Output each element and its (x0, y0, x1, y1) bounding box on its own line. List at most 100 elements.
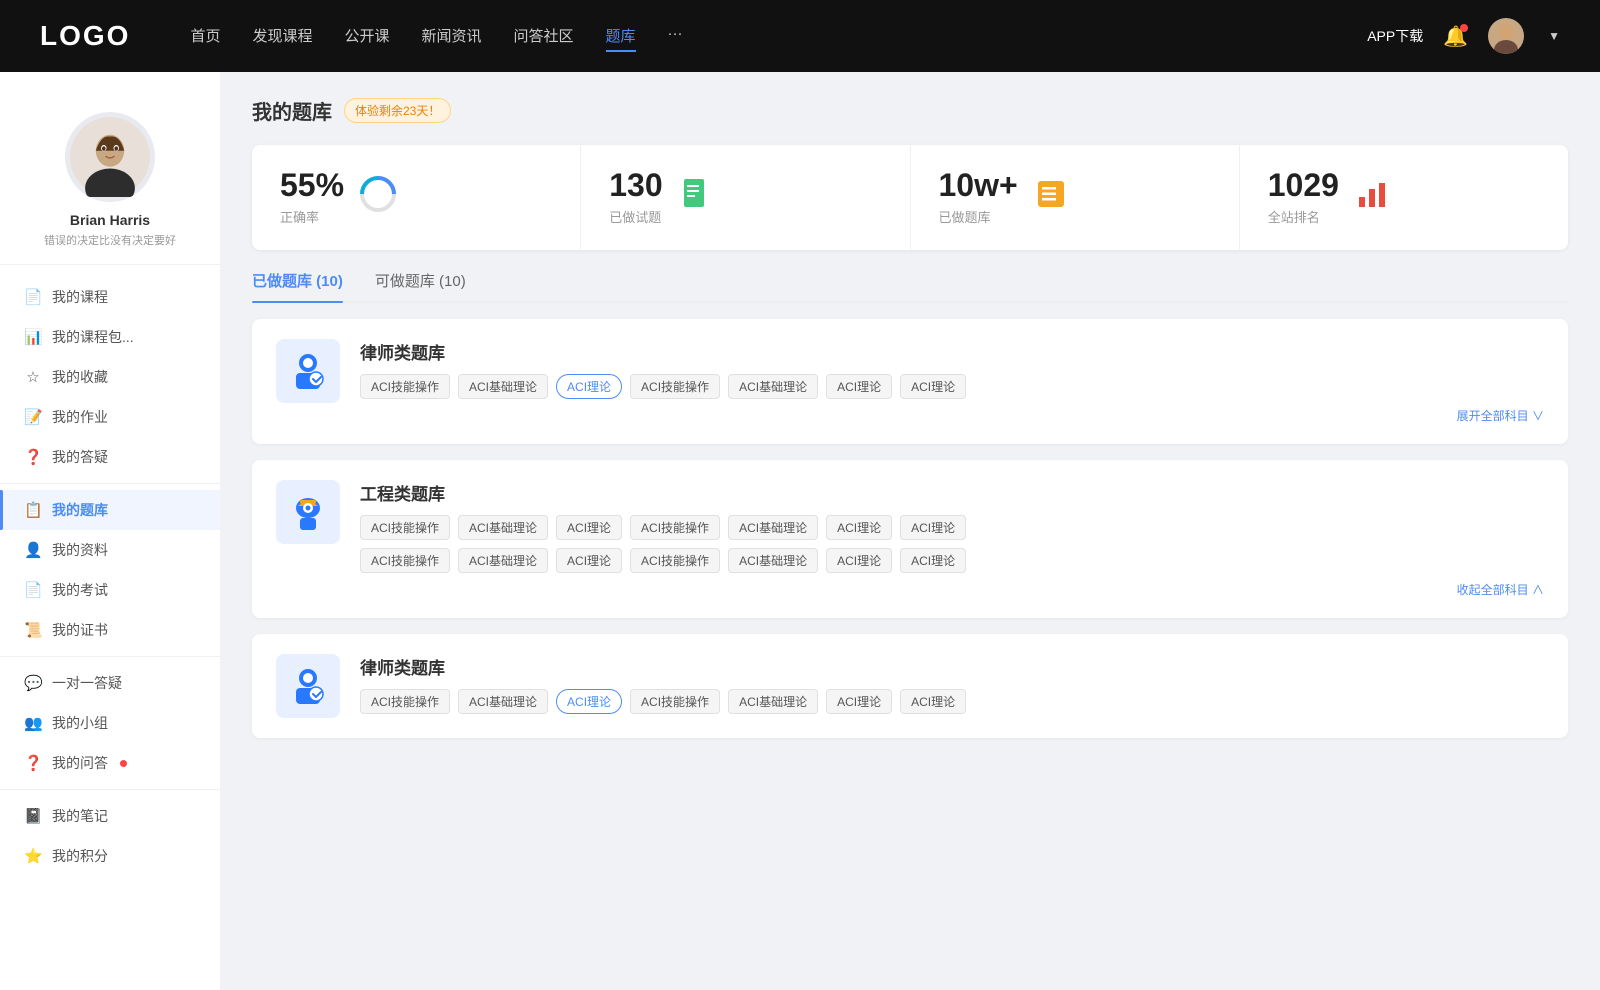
tag-0-3[interactable]: ACI技能操作 (630, 374, 720, 399)
sidebar-item-4[interactable]: ❓ 我的答疑 (0, 437, 220, 477)
extra-tag-1-3[interactable]: ACI技能操作 (630, 548, 720, 573)
sidebar-divider (0, 789, 220, 790)
extra-tag-1-2[interactable]: ACI理论 (556, 548, 622, 573)
nav-menu-item[interactable]: 问答社区 (514, 21, 574, 52)
nav-menu-item[interactable]: 发现课程 (252, 21, 312, 52)
sidebar-label-11: 我的问答 (52, 753, 108, 773)
notification-bell-icon[interactable]: 🔔 (1443, 24, 1468, 49)
sidebar-item-11[interactable]: ❓我的问答 (0, 743, 220, 783)
user-menu-chevron-icon[interactable]: ▼ (1548, 29, 1560, 43)
nav-menu-item[interactable]: 首页 (190, 21, 220, 52)
sidebar-item-3[interactable]: 📝 我的作业 (0, 397, 220, 437)
app-download-button[interactable]: APP下载 (1367, 26, 1423, 46)
stat-value-0: 55% (280, 169, 344, 201)
nav-menu-item[interactable]: 题库 (606, 21, 636, 52)
sidebar-label-12: 我的笔记 (52, 806, 108, 826)
sidebar-label-9: 一对一答疑 (52, 673, 122, 693)
nav-menu-item[interactable]: 公开课 (344, 21, 389, 52)
tag-1-0[interactable]: ACI技能操作 (360, 515, 450, 540)
tag-2-2[interactable]: ACI理论 (556, 689, 622, 714)
bank-name-2: 律师类题库 (360, 654, 1544, 679)
stat-card-3: 1029全站排名 (1240, 145, 1568, 250)
stat-label-0: 正确率 (280, 207, 344, 226)
sidebar-label-4: 我的答疑 (52, 447, 108, 467)
sidebar-icon-3: 📝 (24, 408, 42, 426)
nav-menu-item[interactable]: ··· (668, 21, 683, 52)
sidebar-item-0[interactable]: 📄我的课程 (0, 277, 220, 317)
sidebar-icon-2: ☆ (24, 368, 42, 386)
nav-menu-item[interactable]: 新闻资讯 (422, 21, 482, 52)
sidebar-item-7[interactable]: 📄我的考试 (0, 570, 220, 610)
sidebar-icon-5: 📋 (24, 501, 42, 519)
tag-0-1[interactable]: ACI基础理论 (458, 374, 548, 399)
tag-2-0[interactable]: ACI技能操作 (360, 689, 450, 714)
expand-link-1[interactable]: 收起全部科目 ∧ (360, 581, 1544, 598)
sidebar-label-10: 我的小组 (52, 713, 108, 733)
sidebar-label-8: 我的证书 (52, 620, 108, 640)
sidebar-icon-12: 📓 (24, 807, 42, 825)
stat-value-1: 130 (609, 169, 662, 201)
tag-2-1[interactable]: ACI基础理论 (458, 689, 548, 714)
sidebar-icon-0: 📄 (24, 288, 42, 306)
sidebar-item-8[interactable]: 📜 我的证书 (0, 610, 220, 650)
sidebar-icon-1: 📊 (24, 328, 42, 346)
sidebar-item-5[interactable]: 📋 我的题库 (0, 490, 220, 530)
tag-2-6[interactable]: ACI理论 (900, 689, 966, 714)
nav-right: APP下载 🔔 ▼ (1367, 18, 1560, 54)
sidebar-label-5: 我的题库 (52, 500, 108, 520)
expand-link-0[interactable]: 展开全部科目 ∨ (360, 407, 1544, 424)
lawyer-icon (276, 654, 340, 718)
tab-1[interactable]: 可做题库 (10) (375, 270, 466, 301)
tags-row-0: ACI技能操作 ACI基础理论 ACI理论 ACI技能操作 ACI基础理论 ACI理论 AC… (360, 374, 1544, 399)
sidebar-label-13: 我的积分 (52, 846, 108, 866)
tag-2-4[interactable]: ACI基础理论 (728, 689, 818, 714)
tag-0-0[interactable]: ACI技能操作 (360, 374, 450, 399)
tag-1-5[interactable]: ACI理论 (826, 515, 892, 540)
sidebar-label-2: 我的收藏 (52, 367, 108, 387)
sidebar-menu: 📄我的课程📊我的课程包...☆我的收藏📝我的作业❓我的答疑📋我的题库👤我的资料📄… (0, 277, 220, 876)
sidebar-icon-8: 📜 (24, 621, 42, 639)
bank-name-1: 工程类题库 (360, 480, 1544, 505)
tag-0-5[interactable]: ACI理论 (826, 374, 892, 399)
tag-2-5[interactable]: ACI理论 (826, 689, 892, 714)
sidebar-icon-4: ❓ (24, 448, 42, 466)
extra-tag-1-1[interactable]: ACI基础理论 (458, 548, 548, 573)
sidebar-divider (0, 656, 220, 657)
tag-0-6[interactable]: ACI理论 (900, 374, 966, 399)
user-avatar[interactable] (1488, 18, 1524, 54)
extra-tag-1-6[interactable]: ACI理论 (900, 548, 966, 573)
sidebar-item-1[interactable]: 📊我的课程包... (0, 317, 220, 357)
bank-card-2: 律师类题库 ACI技能操作 ACI基础理论 ACI理论 ACI技能操作 ACI基础理论 AC… (252, 634, 1568, 738)
sidebar-red-dot (120, 760, 127, 767)
sidebar-item-12[interactable]: 📓 我的笔记 (0, 796, 220, 836)
sidebar-item-10[interactable]: 👥我的小组 (0, 703, 220, 743)
tag-1-2[interactable]: ACI理论 (556, 515, 622, 540)
sidebar-label-7: 我的考试 (52, 580, 108, 600)
sidebar-label-3: 我的作业 (52, 407, 108, 427)
notification-dot (1460, 24, 1468, 32)
tag-0-4[interactable]: ACI基础理论 (728, 374, 818, 399)
tag-2-3[interactable]: ACI技能操作 (630, 689, 720, 714)
extra-tag-1-4[interactable]: ACI基础理论 (728, 548, 818, 573)
page-layout: Brian Harris 错误的决定比没有决定要好 📄我的课程📊我的课程包...… (0, 72, 1600, 990)
tag-0-2[interactable]: ACI理论 (556, 374, 622, 399)
tag-1-4[interactable]: ACI基础理论 (728, 515, 818, 540)
nav-menu: 首页 发现课程 公开课 新闻资讯 问答社区 题库 ··· (190, 21, 1367, 52)
sidebar-label-6: 我的资料 (52, 540, 108, 560)
sidebar-item-13[interactable]: ⭐我的积分 (0, 836, 220, 876)
sidebar-item-2[interactable]: ☆ 我的收藏 (0, 357, 220, 397)
bank-card-1: 工程类题库 ACI技能操作 ACI基础理论 ACI理论 ACI技能操作 ACI基础理论 AC… (252, 460, 1568, 618)
stat-label-2: 已做题库 (939, 207, 1018, 226)
logo[interactable]: LOGO (40, 20, 130, 52)
stat-icon-0 (360, 176, 396, 219)
extra-tag-1-0[interactable]: ACI技能操作 (360, 548, 450, 573)
sidebar-item-6[interactable]: 👤我的资料 (0, 530, 220, 570)
tag-1-6[interactable]: ACI理论 (900, 515, 966, 540)
extra-tag-1-5[interactable]: ACI理论 (826, 548, 892, 573)
sidebar-item-9[interactable]: 💬一对一答疑 (0, 663, 220, 703)
bank-name-0: 律师类题库 (360, 339, 1544, 364)
tag-1-3[interactable]: ACI技能操作 (630, 515, 720, 540)
tag-1-1[interactable]: ACI基础理论 (458, 515, 548, 540)
stat-value-2: 10w+ (939, 169, 1018, 201)
tab-0[interactable]: 已做题库 (10) (252, 270, 343, 301)
